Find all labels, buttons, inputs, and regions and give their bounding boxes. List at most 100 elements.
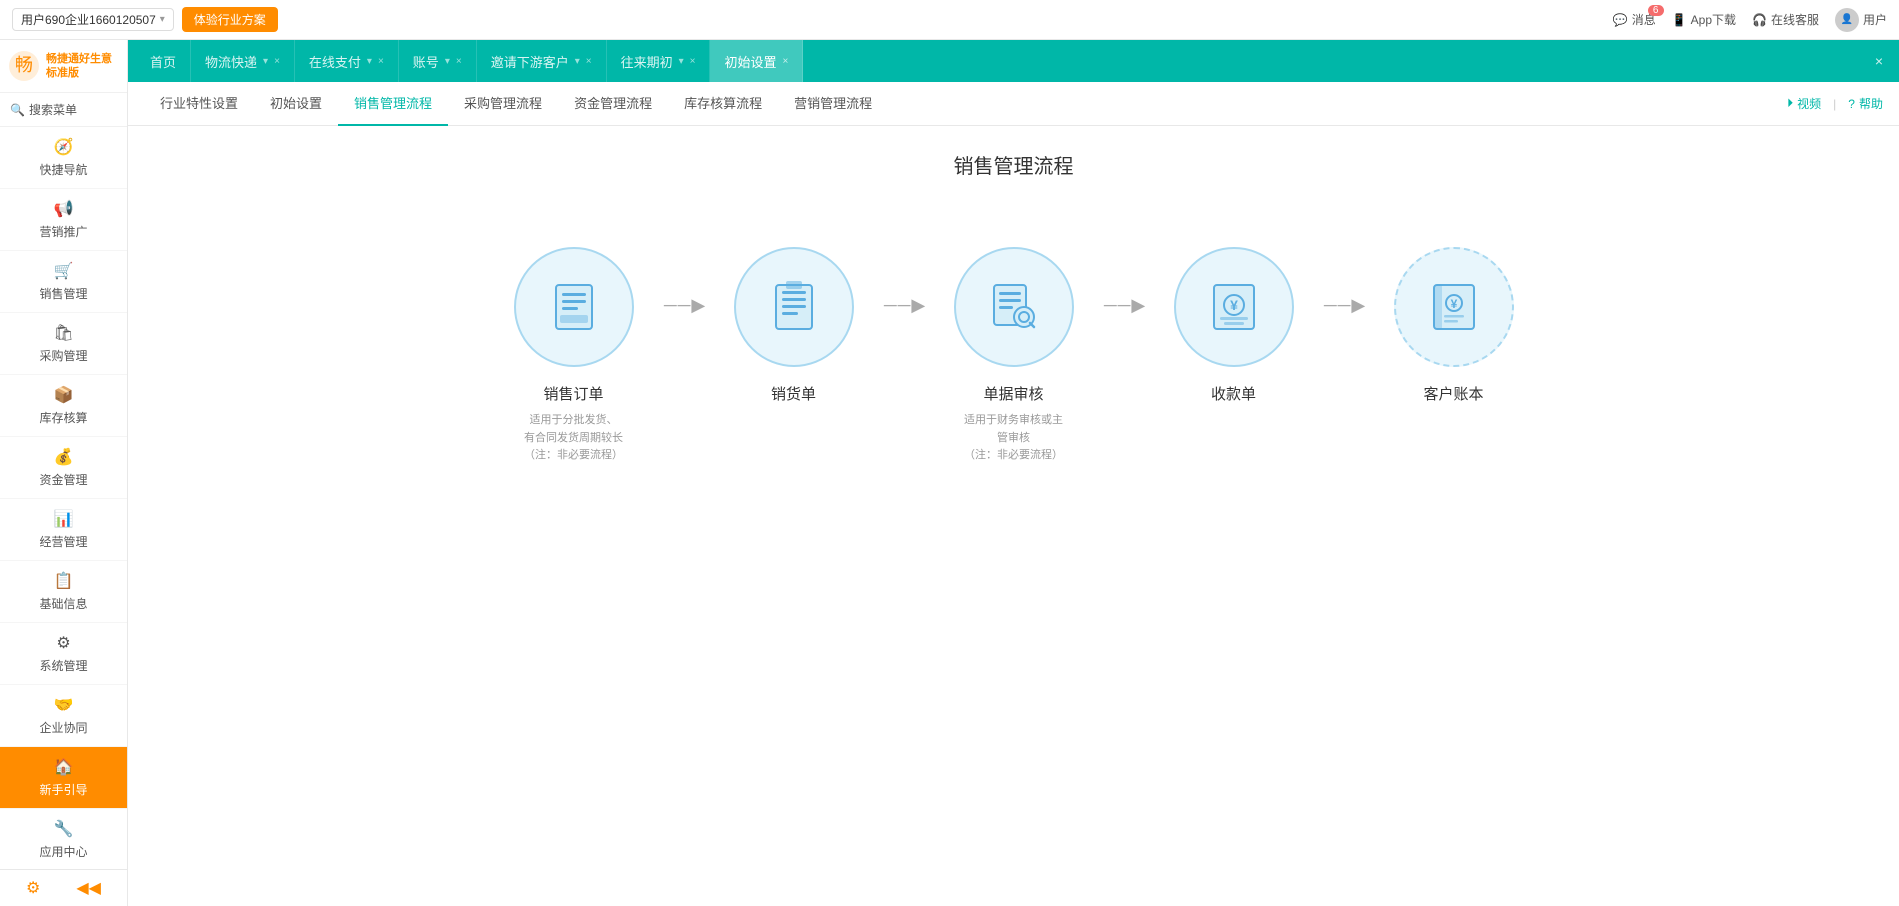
settings-icon[interactable]: ⚙: [26, 878, 40, 898]
sidebar-item-enterprise-coop[interactable]: 🤝 企业协同: [0, 685, 127, 747]
step-name: 客户账本: [1423, 383, 1483, 404]
dropdown-icon: ▾: [575, 56, 580, 67]
page-content: 销售管理流程 销售订单 适用于分批发货、有合同发货周期较长（: [128, 126, 1899, 906]
sub-tab-industry[interactable]: 行业特性设置: [144, 82, 254, 126]
sub-tab-label: 行业特性设置: [160, 93, 238, 112]
sidebar-items: 🧭 快捷导航 📢 营销推广 🛒 销售管理 🛍 采购管理 📦 库存核算 💰: [0, 127, 127, 869]
sidebar-search[interactable]: 🔍 搜索菜单: [0, 93, 127, 127]
close-all-button[interactable]: ×: [1867, 53, 1891, 69]
tab-logistics[interactable]: 物流快递 ▾ ×: [191, 40, 295, 82]
newbie-icon: 🏠: [54, 757, 74, 777]
sidebar-item-inventory[interactable]: 📦 库存核算: [0, 375, 127, 437]
video-icon: ⏵: [1787, 96, 1793, 111]
top-header: 用户690企业1660120507 ▾ 体验行业方案 💬 消息 6 📱 App下…: [0, 0, 1899, 40]
sidebar-item-label: 应用中心: [39, 843, 87, 860]
tab-label: 在线支付: [309, 52, 361, 71]
dropdown-icon: ▾: [679, 56, 684, 67]
user-item[interactable]: 👤 用户: [1835, 8, 1887, 32]
step-name: 销货单: [771, 383, 816, 404]
sidebar-item-app-center[interactable]: 🔧 应用中心: [0, 809, 127, 869]
video-link[interactable]: ⏵ 视频: [1787, 95, 1821, 112]
basic-info-icon: 📋: [54, 571, 74, 591]
app-download-item[interactable]: 📱 App下载: [1672, 11, 1736, 28]
sidebar-item-label: 库存核算: [39, 409, 87, 426]
tab-label: 初始设置: [724, 52, 776, 71]
finance-icon: 💰: [54, 447, 74, 467]
message-badge: 6: [1648, 5, 1664, 16]
sidebar-item-quick-nav[interactable]: 🧭 快捷导航: [0, 127, 127, 189]
sidebar-item-operation[interactable]: 📊 经营管理: [0, 499, 127, 561]
close-icon[interactable]: ×: [586, 56, 592, 67]
step-name: 单据审核: [983, 383, 1043, 404]
logo-text: 畅捷通好生意 标准版: [46, 52, 112, 81]
receipt-icon: ¥: [1206, 279, 1262, 335]
sidebar-item-sales[interactable]: 🛒 销售管理: [0, 251, 127, 313]
flow-step-receipt[interactable]: ¥ 收款单: [1154, 247, 1314, 412]
flow-step-sales-order[interactable]: 销售订单 适用于分批发货、有合同发货周期较长（注：非必要流程）: [494, 247, 654, 465]
sub-tab-purchase-flow[interactable]: 采购管理流程: [448, 82, 558, 126]
sidebar-item-label: 资金管理: [39, 471, 87, 488]
tab-initial-setup[interactable]: 初始设置 ×: [710, 40, 803, 82]
app-download-icon: 📱: [1672, 13, 1687, 27]
flow-circle-ledger: ¥: [1394, 247, 1514, 367]
dropdown-icon: ▾: [263, 56, 268, 67]
quick-nav-icon: 🧭: [54, 137, 74, 157]
message-item[interactable]: 💬 消息 6: [1613, 11, 1656, 28]
avatar: 👤: [1835, 8, 1859, 32]
app-center-icon: 🔧: [54, 819, 74, 839]
sales-order-icon: [546, 279, 602, 335]
tab-invite[interactable]: 邀请下游客户 ▾ ×: [477, 40, 607, 82]
user-selector[interactable]: 用户690企业1660120507 ▾: [12, 8, 174, 31]
sidebar-item-system[interactable]: ⚙ 系统管理: [0, 623, 127, 685]
flow-step-delivery[interactable]: 销货单: [714, 247, 874, 412]
close-icon[interactable]: ×: [456, 56, 462, 67]
sidebar-item-label: 采购管理: [39, 347, 87, 364]
collapse-icon[interactable]: ◀◀: [76, 878, 101, 898]
sidebar-item-newbie[interactable]: 🏠 新手引导: [0, 747, 127, 809]
user-name-label: 用户: [1863, 11, 1887, 28]
sub-tabs: 行业特性设置 初始设置 销售管理流程 采购管理流程 资金管理流程 库存核算流程 …: [128, 82, 1899, 126]
sub-tab-label: 营销管理流程: [794, 93, 872, 112]
online-service-item[interactable]: 🎧 在线客服: [1752, 11, 1819, 28]
marketing-icon: 📢: [54, 199, 74, 219]
ledger-icon: ¥: [1426, 279, 1482, 335]
flow-circle-receipt: ¥: [1174, 247, 1294, 367]
sub-tab-inventory-calc[interactable]: 库存核算流程: [668, 82, 778, 126]
step-desc: 适用于分批发货、有合同发货周期较长（注：非必要流程）: [524, 412, 623, 465]
help-link[interactable]: ? 帮助: [1848, 95, 1883, 112]
sidebar-item-finance[interactable]: 💰 资金管理: [0, 437, 127, 499]
flow-circle-review: [954, 247, 1074, 367]
trial-button[interactable]: 体验行业方案: [182, 7, 278, 32]
flow-circle-delivery: [734, 247, 854, 367]
svg-text:¥: ¥: [1230, 297, 1238, 313]
close-icon[interactable]: ×: [274, 56, 280, 67]
logo-icon: 畅: [8, 50, 40, 82]
sub-tab-finance-flow[interactable]: 资金管理流程: [558, 82, 668, 126]
sidebar-item-basic-info[interactable]: 📋 基础信息: [0, 561, 127, 623]
sub-tab-marketing-flow[interactable]: 营销管理流程: [778, 82, 888, 126]
close-icon[interactable]: ×: [782, 56, 788, 67]
tab-label: 往来期初: [621, 52, 673, 71]
sidebar-item-label: 销售管理: [39, 285, 87, 302]
tab-payment[interactable]: 在线支付 ▾ ×: [295, 40, 399, 82]
sub-tab-initial[interactable]: 初始设置: [254, 82, 338, 126]
online-service-label: 在线客服: [1771, 11, 1819, 28]
sidebar-item-purchase[interactable]: 🛍 采购管理: [0, 313, 127, 375]
sub-tab-label: 采购管理流程: [464, 93, 542, 112]
sidebar-item-marketing[interactable]: 📢 营销推广: [0, 189, 127, 251]
sub-tab-sales-flow[interactable]: 销售管理流程: [338, 82, 448, 126]
step-name: 销售订单: [543, 383, 603, 404]
tab-account[interactable]: 账号 ▾ ×: [399, 40, 477, 82]
flow-step-ledger[interactable]: ¥ 客户账本: [1374, 247, 1534, 412]
flow-step-review[interactable]: 单据审核 适用于财务审核或主管审核（注：非必要流程）: [934, 247, 1094, 465]
tab-period-init[interactable]: 往来期初 ▾ ×: [607, 40, 711, 82]
close-icon[interactable]: ×: [378, 56, 384, 67]
headset-icon: 🎧: [1752, 13, 1767, 27]
sidebar-item-label: 新手引导: [39, 781, 87, 798]
delivery-icon: [766, 279, 822, 335]
tab-home[interactable]: 首页: [136, 40, 191, 82]
nav-tabs: 首页 物流快递 ▾ × 在线支付 ▾ × 账号 ▾ × 邀请下游客户 ▾ ×: [128, 40, 1899, 82]
close-icon[interactable]: ×: [690, 56, 696, 67]
app-download-label: App下载: [1691, 11, 1736, 28]
chevron-down-icon: ▾: [160, 14, 165, 25]
